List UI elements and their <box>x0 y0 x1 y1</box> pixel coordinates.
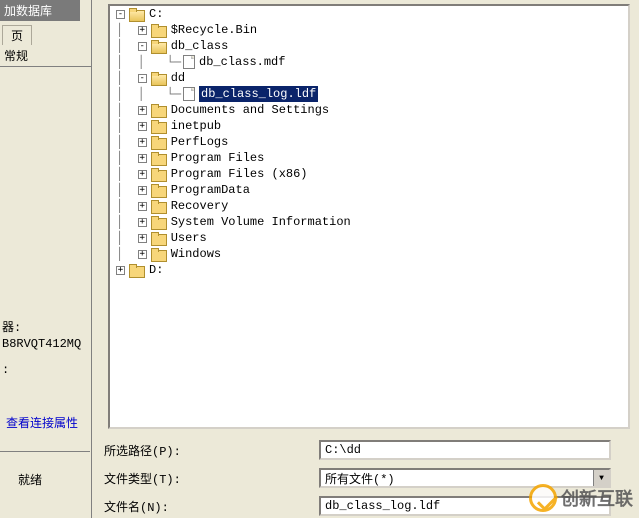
tree-label: db_class.mdf <box>199 54 285 70</box>
main-panel: - C: │ + $Recycle.Bin │ - db_class │ │ └… <box>100 0 639 518</box>
chevron-down-icon[interactable]: ▼ <box>593 470 609 486</box>
expand-icon[interactable]: + <box>138 170 147 179</box>
expand-icon[interactable]: + <box>138 202 147 211</box>
tree-node[interactable]: │ - dd <box>110 70 628 86</box>
expand-icon[interactable]: + <box>116 266 125 275</box>
collapse-icon[interactable]: - <box>138 42 147 51</box>
tree-node[interactable]: │ + Documents and Settings <box>110 102 628 118</box>
tree-node[interactable]: │ + Program Files (x86) <box>110 166 628 182</box>
file-type-combo[interactable]: 所有文件(*) ▼ <box>319 468 611 488</box>
selected-path-label: 所选路径(P): <box>104 442 319 459</box>
tree-node[interactable]: │ + ProgramData <box>110 182 628 198</box>
folder-tree[interactable]: - C: │ + $Recycle.Bin │ - db_class │ │ └… <box>108 4 630 429</box>
file-name-label: 文件名(N): <box>104 498 319 515</box>
expand-icon[interactable]: + <box>138 138 147 147</box>
tree-node-file[interactable]: │ │ └─ db_class.mdf <box>110 54 628 70</box>
view-connection-properties-link[interactable]: 查看连接属性 <box>6 414 78 431</box>
folder-icon <box>151 200 167 212</box>
folder-icon <box>151 168 167 180</box>
folder-icon <box>151 184 167 196</box>
status-ready: 就绪 <box>18 471 42 488</box>
file-icon <box>183 55 195 69</box>
folder-open-icon <box>151 40 167 52</box>
tree-label: Program Files (x86) <box>171 166 308 182</box>
tree-label: Users <box>171 230 207 246</box>
tree-label: PerfLogs <box>171 134 229 150</box>
expand-icon[interactable]: + <box>138 106 147 115</box>
expand-icon[interactable]: + <box>138 218 147 227</box>
expand-icon[interactable]: + <box>138 234 147 243</box>
folder-open-icon <box>151 72 167 84</box>
folder-icon <box>151 136 167 148</box>
folder-open-icon <box>129 8 145 20</box>
tree-label: D: <box>149 262 163 278</box>
expand-icon[interactable]: + <box>138 26 147 35</box>
file-icon <box>183 87 195 101</box>
folder-icon <box>129 264 145 276</box>
tree-label: Program Files <box>171 150 265 166</box>
tree-label-selected: db_class_log.ldf <box>199 86 318 102</box>
tree-label: dd <box>171 70 185 86</box>
sidebar-header: 加数据库 <box>0 0 80 21</box>
tree-node[interactable]: │ + Recovery <box>110 198 628 214</box>
folder-icon <box>151 24 167 36</box>
tree-node-d[interactable]: + D: <box>110 262 628 278</box>
tree-label: db_class <box>171 38 229 54</box>
tree-node[interactable]: │ + System Volume Information <box>110 214 628 230</box>
tree-label: Windows <box>171 246 221 262</box>
tree-label: System Volume Information <box>171 214 351 230</box>
expand-icon[interactable]: + <box>138 154 147 163</box>
tree-label: ProgramData <box>171 182 250 198</box>
file-name-input[interactable] <box>319 496 611 516</box>
tree-label: C: <box>149 6 163 22</box>
folder-icon <box>151 152 167 164</box>
collapse-icon[interactable]: - <box>138 74 147 83</box>
connection-info: 器: B8RVQT412MQ : <box>2 320 81 378</box>
tree-node[interactable]: │ + Program Files <box>110 150 628 166</box>
folder-icon <box>151 232 167 244</box>
tree-label: Documents and Settings <box>171 102 329 118</box>
tree-label: inetpub <box>171 118 221 134</box>
tree-node[interactable]: │ - db_class <box>110 38 628 54</box>
tree-node[interactable]: │ + PerfLogs <box>110 134 628 150</box>
expand-icon[interactable]: + <box>138 186 147 195</box>
file-type-value: 所有文件(*) <box>325 470 395 487</box>
tree-node-c[interactable]: - C: <box>110 6 628 22</box>
folder-icon <box>151 216 167 228</box>
server-label: 器: <box>2 320 81 336</box>
folder-icon <box>151 104 167 116</box>
collapse-icon[interactable]: - <box>116 10 125 19</box>
tab-page[interactable]: 页 <box>2 25 32 45</box>
expand-icon[interactable]: + <box>138 122 147 131</box>
tree-node[interactable]: │ + inetpub <box>110 118 628 134</box>
server-value: B8RVQT412MQ <box>2 336 81 352</box>
expand-icon[interactable]: + <box>138 250 147 259</box>
sidebar: 加数据库 页 常规 器: B8RVQT412MQ : 查看连接属性 就绪 <box>0 0 92 518</box>
tree-node[interactable]: │ + Windows <box>110 246 628 262</box>
file-type-label: 文件类型(T): <box>104 470 319 487</box>
tree-node[interactable]: │ + $Recycle.Bin <box>110 22 628 38</box>
tree-node[interactable]: │ + Users <box>110 230 628 246</box>
tree-label: $Recycle.Bin <box>171 22 257 38</box>
folder-icon <box>151 248 167 260</box>
connection-label: : <box>2 362 81 378</box>
tab-general[interactable]: 常规 <box>0 45 91 66</box>
selected-path-input[interactable] <box>319 440 611 460</box>
tree-label: Recovery <box>171 198 229 214</box>
folder-icon <box>151 120 167 132</box>
tree-node-file-selected[interactable]: │ │ └─ db_class_log.ldf <box>110 86 628 102</box>
